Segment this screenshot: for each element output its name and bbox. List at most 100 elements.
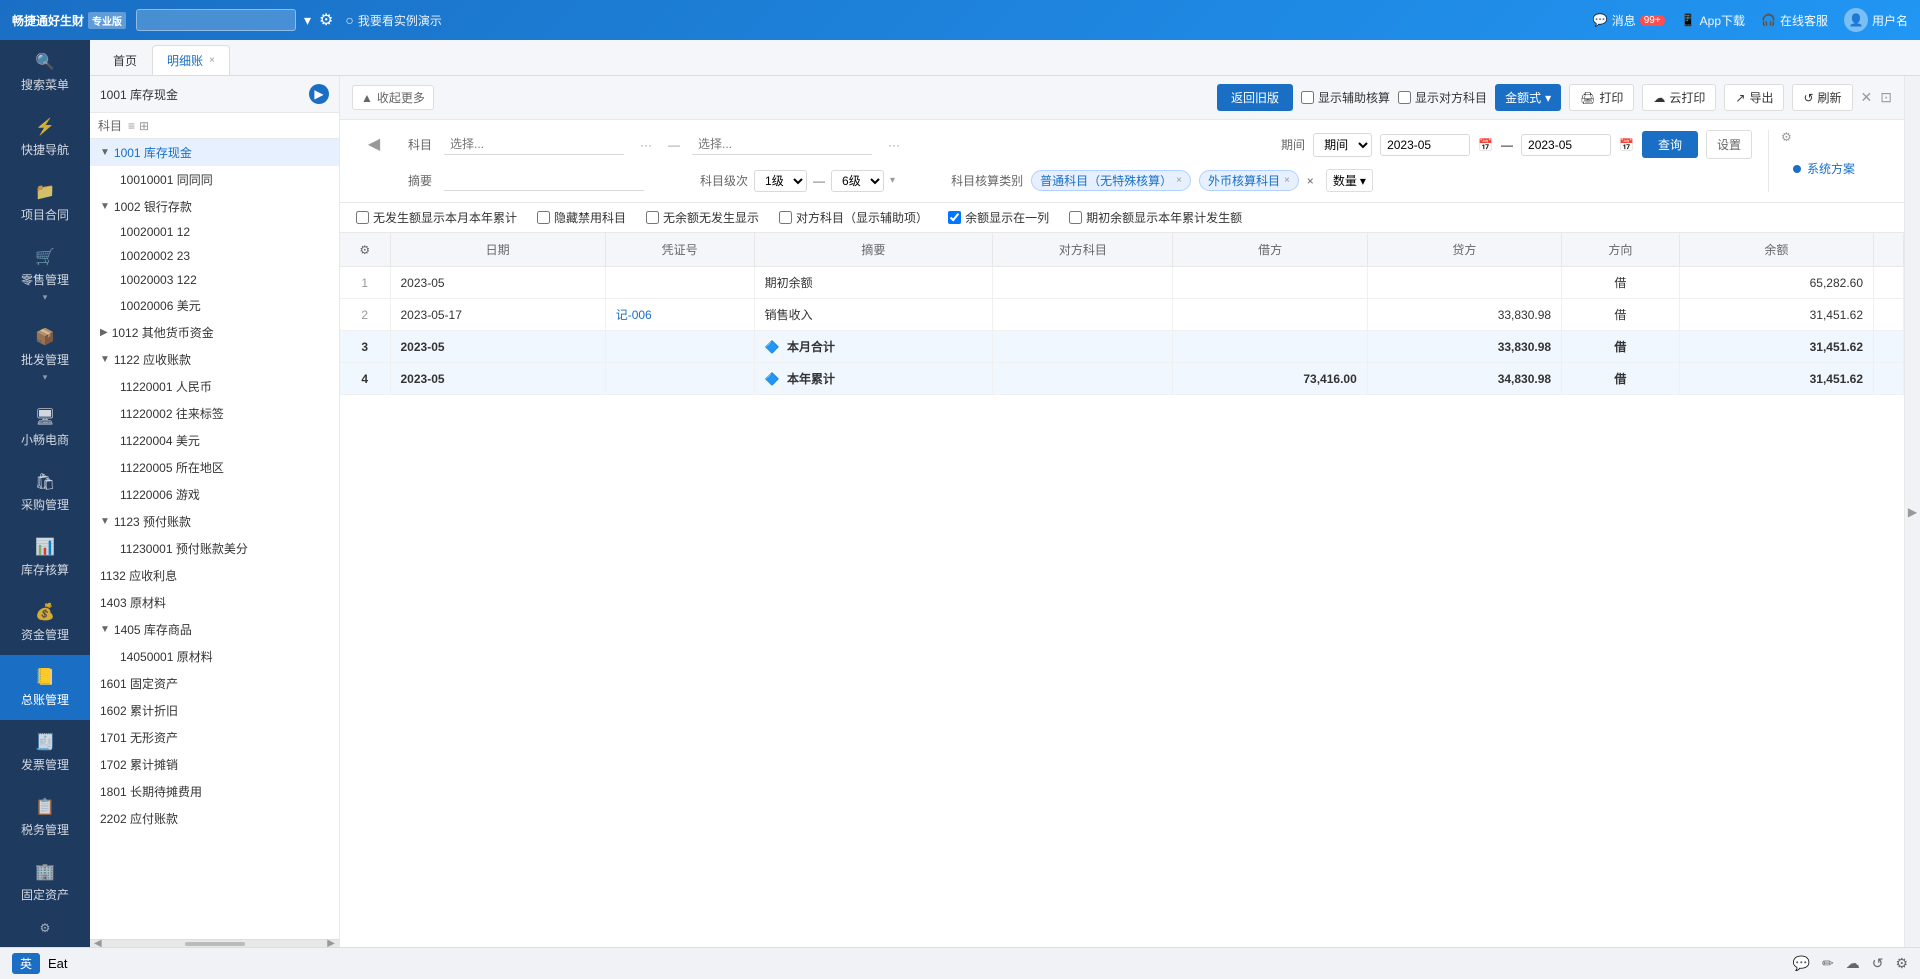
amount-format-btn[interactable]: 金额式 ▾ [1495,84,1561,111]
export-btn[interactable]: ↗ 导出 [1724,84,1784,111]
expand-filter-btn[interactable]: ▲ 收起更多 [352,85,434,110]
sidebar-item-quicknav[interactable]: ⚡ 快捷导航 [0,105,90,170]
sidebar-item-search[interactable]: 🔍 搜索菜单 [0,40,90,105]
sync-icon[interactable]: ↺ [1872,955,1884,972]
cb-no-balance-input[interactable] [646,211,659,224]
filter-collapse-icon[interactable]: ◀ [368,134,380,154]
cell-voucher-2[interactable]: 记-006 [605,299,754,331]
tree-item-1405[interactable]: ▼ 1405 库存商品 [90,616,339,643]
online-service-btn[interactable]: 🎧 在线客服 [1761,12,1828,29]
tree-item-1601[interactable]: 1601 固定资产 [90,670,339,697]
level-dropdown-icon[interactable]: ▾ [890,175,895,186]
top-search-input[interactable] [136,9,296,31]
cb-balance-one-col-input[interactable] [948,211,961,224]
period-type-select[interactable]: 期间 [1313,133,1372,157]
sidebar-item-wholesale[interactable]: 📦 批发管理 ▾ [0,315,90,395]
period-date-from-icon[interactable]: 📅 [1478,138,1493,152]
sidebar-item-inventory[interactable]: 📊 库存核算 [0,525,90,590]
scheme-settings-icon-wrap[interactable]: ⚙ [1781,130,1888,144]
dropdown-btn[interactable]: ▾ [304,12,311,29]
sidebar-item-ecommerce[interactable]: 🖥 小畅电商 [0,395,90,460]
subject-from-input[interactable] [444,134,624,155]
category-tag-2-remove[interactable]: × [1284,175,1290,186]
category-tag-1-remove[interactable]: × [1176,175,1182,186]
cb-contra-input[interactable] [779,211,792,224]
sidebar-settings-btn[interactable]: ⚙ [0,909,90,947]
show-contra-checkbox[interactable]: 显示对方科目 [1398,89,1487,106]
scroll-right-btn[interactable]: ▶ [327,938,335,947]
sidebar-item-invoice[interactable]: 🧾 发票管理 [0,720,90,785]
tab-detail[interactable]: 明细账 × [152,45,230,75]
tree-item-11220005[interactable]: 11220005 所在地区 [90,454,339,481]
user-area[interactable]: 👤 用户名 [1844,8,1908,32]
cb-hide-disabled-input[interactable] [537,211,550,224]
level-to-select[interactable]: 6级 [831,170,884,192]
tree-item-11220004[interactable]: 11220004 美元 [90,427,339,454]
col-settings-icon[interactable]: ⚙ [359,243,370,257]
settings-btn[interactable]: 设置 [1706,130,1752,159]
period-from-input[interactable] [1380,134,1470,156]
sidebar-item-general[interactable]: 📒 总账管理 [0,655,90,720]
cloud-print-btn[interactable]: ☁ 云打印 [1642,84,1716,111]
tree-item-1702[interactable]: 1702 累计摊销 [90,751,339,778]
system-plan-btn[interactable]: 系统方案 [1781,152,1888,185]
level-from-select[interactable]: 1级 [754,170,807,192]
settings-top-btn[interactable]: ⚙ [319,10,333,30]
tree-item-14050001[interactable]: 14050001 原材料 [90,643,339,670]
tree-item-1122[interactable]: ▼ 1122 应收账款 [90,346,339,373]
sidebar-item-project[interactable]: 📁 项目合同 [0,170,90,235]
return-old-btn[interactable]: 返回旧版 [1217,84,1293,111]
tree-nav-btn[interactable]: ▶ [309,84,329,104]
sidebar-item-purchase[interactable]: 🛍 采购管理 [0,460,90,525]
tree-item-1123[interactable]: ▼ 1123 预付账款 [90,508,339,535]
tree-item-11220001[interactable]: 11220001 人民币 [90,373,339,400]
tab-detail-close[interactable]: × [209,55,215,66]
tree-item-10020001[interactable]: 10020001 12 [90,220,339,244]
cb-opening-balance[interactable]: 期初余额显示本年累计发生额 [1069,209,1242,226]
cb-balance-one-col[interactable]: 余额显示在一列 [948,209,1049,226]
category-tag-1[interactable]: 普通科目（无特殊核算） × [1031,170,1191,191]
close-panel-btn[interactable]: ✕ [1861,89,1873,106]
tree-item-10010001[interactable]: 10010001 同同同 [90,166,339,193]
expand-panel-btn[interactable]: ⊡ [1880,89,1892,106]
tree-item-10020006[interactable]: 10020006 美元 [90,292,339,319]
tree-item-1701[interactable]: 1701 无形资产 [90,724,339,751]
message-btn[interactable]: 💬 消息 99+ [1593,12,1665,29]
tree-item-1001[interactable]: ▼ 1001 库存现金 [90,139,339,166]
scroll-left-btn[interactable]: ◀ [94,938,102,947]
show-auxiliary-input[interactable] [1301,91,1314,104]
tab-home[interactable]: 首页 [98,45,152,75]
tree-item-1012[interactable]: ▶ 1012 其他货币资金 [90,319,339,346]
tree-item-11230001[interactable]: 11230001 预付账款美分 [90,535,339,562]
cb-no-occur-input[interactable] [356,211,369,224]
settings-bottom-icon[interactable]: ⚙ [1895,955,1908,972]
tree-item-1801[interactable]: 1801 长期待摊费用 [90,778,339,805]
sidebar-item-capital[interactable]: 💰 资金管理 [0,590,90,655]
quantity-btn[interactable]: 数量 ▾ [1326,169,1373,192]
tree-list-view-btn[interactable]: ≡ [128,119,135,133]
tree-item-11220002[interactable]: 11220002 往来标签 [90,400,339,427]
tree-item-1002[interactable]: ▼ 1002 银行存款 [90,193,339,220]
app-download-btn[interactable]: 📱 App下载 [1681,12,1745,29]
period-date-to-icon[interactable]: 📅 [1619,138,1634,152]
sidebar-item-retail[interactable]: 🛒 零售管理 ▾ [0,235,90,315]
period-to-input[interactable] [1521,134,1611,156]
summary-input[interactable] [444,170,644,191]
show-contra-input[interactable] [1398,91,1411,104]
cb-opening-balance-input[interactable] [1069,211,1082,224]
chat-icon[interactable]: 💬 [1793,955,1810,972]
tree-item-1602[interactable]: 1602 累计折旧 [90,697,339,724]
cloud-bottom-icon[interactable]: ☁ [1846,955,1860,972]
tree-item-1403[interactable]: 1403 原材料 [90,589,339,616]
tree-item-2202[interactable]: 2202 应付账款 [90,805,339,832]
tree-scrollbar[interactable]: ◀ ▶ [90,939,339,947]
refresh-btn[interactable]: ↺ 刷新 [1792,84,1852,111]
col-settings[interactable]: ⚙ [340,233,390,267]
voucher-link-2[interactable]: 记-006 [616,308,652,322]
lang-switch-btn[interactable]: 英 [12,953,40,974]
tree-expand-btn[interactable]: ⊞ [139,119,149,133]
tree-item-10020002[interactable]: 10020002 23 [90,244,339,268]
demo-btn[interactable]: ○ 我要看实例演示 [345,12,441,29]
category-tag-2[interactable]: 外币核算科目 × [1199,170,1299,191]
tree-item-10020003[interactable]: 10020003 122 [90,268,339,292]
